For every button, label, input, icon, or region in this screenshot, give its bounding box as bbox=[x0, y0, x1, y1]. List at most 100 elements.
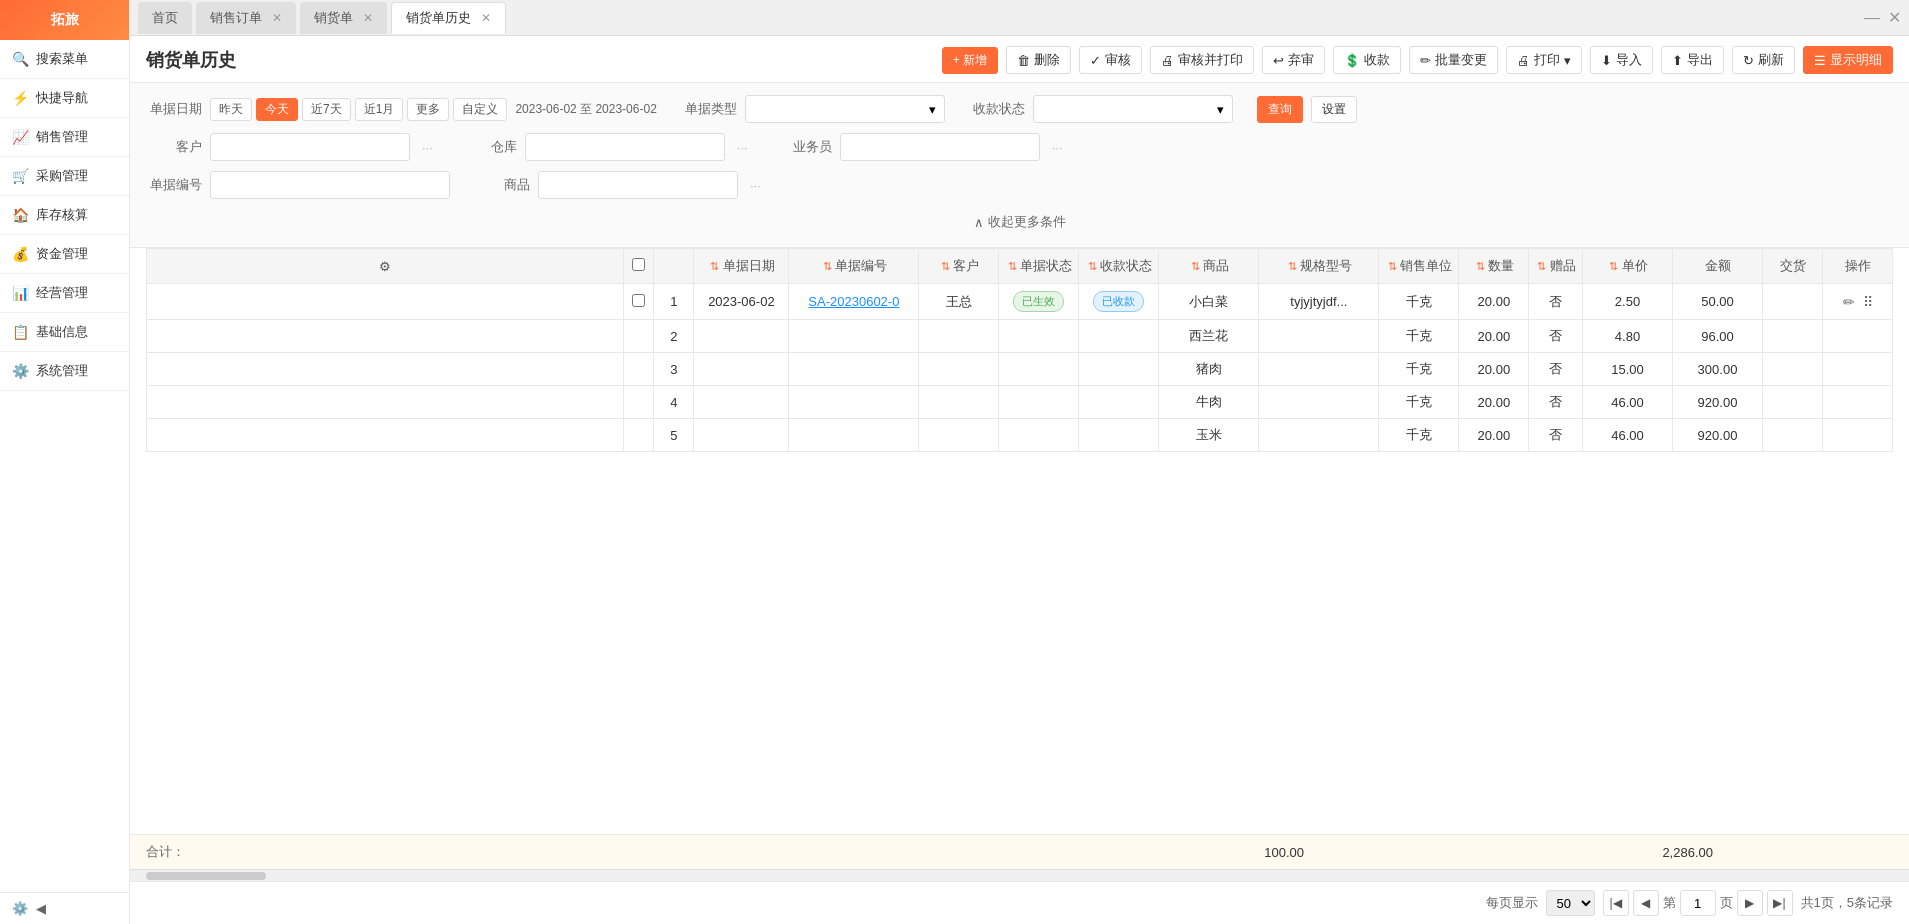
row1-code-link[interactable]: SA-20230602-0 bbox=[808, 294, 899, 309]
review-print-button[interactable]: 🖨 审核并打印 bbox=[1150, 46, 1254, 74]
customer-dots-btn[interactable]: ··· bbox=[418, 140, 437, 155]
paystatus-select[interactable]: ▾ bbox=[1033, 95, 1233, 123]
sort-icon[interactable]: ⇅ bbox=[1008, 260, 1017, 272]
sidebar-item-finance-mgmt[interactable]: 💰 资金管理 bbox=[0, 235, 129, 274]
sidebar-item-basic-info[interactable]: 📋 基础信息 bbox=[0, 313, 129, 352]
row1-action: ✏ ⠿ bbox=[1823, 284, 1893, 320]
settings-filter-button[interactable]: 设置 bbox=[1311, 96, 1357, 123]
filter-row-2: 客户 ··· 仓库 ··· 业务员 ··· bbox=[146, 133, 1893, 161]
date-btn-last7days[interactable]: 近7天 bbox=[302, 98, 351, 121]
show-detail-button[interactable]: ☰ 显示明细 bbox=[1803, 46, 1893, 74]
sidebar-item-sys-mgmt[interactable]: ⚙️ 系统管理 bbox=[0, 352, 129, 391]
col-settings-header[interactable]: ⚙ bbox=[147, 249, 624, 284]
sidebar-item-inventory[interactable]: 🏠 库存核算 bbox=[0, 196, 129, 235]
doctype-select[interactable]: ▾ bbox=[745, 95, 945, 123]
first-page-btn[interactable]: |◀ bbox=[1603, 890, 1629, 916]
col-paystatus-header: ⇅ 收款状态 bbox=[1079, 249, 1159, 284]
date-btn-yesterday[interactable]: 昨天 bbox=[210, 98, 252, 121]
sidebar-item-purchase-mgmt[interactable]: 🛒 采购管理 bbox=[0, 157, 129, 196]
tab-sales-goods-label: 销货单 bbox=[314, 9, 353, 27]
col-trade-header: 交货 bbox=[1763, 249, 1823, 284]
tab-sales-goods-close[interactable]: ✕ bbox=[363, 11, 373, 25]
row1-edit-icon[interactable]: ✏ bbox=[1843, 294, 1855, 310]
tab-sales-history[interactable]: 销货单历史 ✕ bbox=[391, 2, 506, 34]
print-button[interactable]: 🖨 打印 ▾ bbox=[1506, 46, 1582, 74]
doctype-label: 单据类型 bbox=[681, 100, 737, 118]
warehouse-label: 仓库 bbox=[461, 138, 517, 156]
warehouse-input[interactable] bbox=[525, 133, 725, 161]
sidebar-item-ops-mgmt[interactable]: 📊 经营管理 bbox=[0, 274, 129, 313]
row1-select-checkbox[interactable] bbox=[632, 294, 645, 307]
customer-input[interactable] bbox=[210, 133, 410, 161]
abandon-button[interactable]: ↩ 弃审 bbox=[1262, 46, 1325, 74]
col-code-header: ⇅ 单据编号 bbox=[789, 249, 919, 284]
col-checkbox-header bbox=[624, 249, 654, 284]
sidebar-logo: 拓旅 bbox=[0, 0, 129, 40]
sort-icon[interactable]: ⇅ bbox=[1476, 260, 1485, 272]
window-close-btn[interactable]: ✕ bbox=[1888, 8, 1901, 27]
warehouse-dots-btn[interactable]: ··· bbox=[733, 140, 752, 155]
sidebar-item-sales-mgmt[interactable]: 📈 销售管理 bbox=[0, 118, 129, 157]
sidebar-bottom: ⚙️ ◀ bbox=[0, 892, 129, 924]
sidebar-item-search-menu[interactable]: 🔍 搜索菜单 bbox=[0, 40, 129, 79]
collapse-button[interactable]: ∧ 收起更多条件 bbox=[146, 209, 1893, 235]
tab-home[interactable]: 首页 bbox=[138, 2, 192, 34]
sort-icon[interactable]: ⇅ bbox=[1288, 260, 1297, 272]
tab-sales-order[interactable]: 销售订单 ✕ bbox=[196, 2, 296, 34]
row5-action bbox=[1823, 419, 1893, 452]
date-btn-custom[interactable]: 自定义 bbox=[453, 98, 507, 121]
sidebar-item-label: 采购管理 bbox=[36, 167, 88, 185]
tab-sales-order-close[interactable]: ✕ bbox=[272, 11, 282, 25]
sidebar-item-quick-nav[interactable]: ⚡ 快捷导航 bbox=[0, 79, 129, 118]
batch-change-button[interactable]: ✏ 批量变更 bbox=[1409, 46, 1498, 74]
collect-button[interactable]: 💲 收款 bbox=[1333, 46, 1401, 74]
sort-icon[interactable]: ⇅ bbox=[1609, 260, 1618, 272]
last-page-btn[interactable]: ▶| bbox=[1767, 890, 1793, 916]
new-button[interactable]: + 新增 bbox=[942, 47, 998, 74]
salesman-dots-btn[interactable]: ··· bbox=[1048, 140, 1067, 155]
sort-icon[interactable]: ⇅ bbox=[1088, 260, 1097, 272]
sidebar-bottom-settings[interactable]: ⚙️ ◀ bbox=[0, 893, 129, 924]
row2-paystatus bbox=[1079, 320, 1159, 353]
row5-date bbox=[694, 419, 789, 452]
import-button[interactable]: ⬇ 导入 bbox=[1590, 46, 1653, 74]
query-button[interactable]: 查询 bbox=[1257, 96, 1303, 123]
next-page-btn[interactable]: ▶ bbox=[1737, 890, 1763, 916]
tab-sales-history-close[interactable]: ✕ bbox=[481, 11, 491, 25]
page-number-input[interactable]: 1 bbox=[1680, 890, 1716, 916]
filter-warehouse-item: 仓库 ··· bbox=[461, 133, 752, 161]
docno-label: 单据编号 bbox=[146, 176, 202, 194]
docno-input[interactable] bbox=[210, 171, 450, 199]
row2-settings bbox=[147, 320, 624, 353]
date-btn-today[interactable]: 今天 bbox=[256, 98, 298, 121]
horizontal-scrollbar[interactable] bbox=[146, 872, 266, 880]
sort-icon[interactable]: ⇅ bbox=[710, 260, 719, 272]
goods-input[interactable] bbox=[538, 171, 738, 199]
table-settings-icon[interactable]: ⚙ bbox=[379, 259, 391, 274]
goods-dots-btn[interactable]: ··· bbox=[746, 178, 765, 193]
select-all-checkbox[interactable] bbox=[632, 258, 645, 271]
row5-code bbox=[789, 419, 919, 452]
window-minimize-btn[interactable]: — bbox=[1864, 9, 1880, 27]
row4-docstatus bbox=[999, 386, 1079, 419]
row2-action bbox=[1823, 320, 1893, 353]
sort-icon[interactable]: ⇅ bbox=[1537, 260, 1546, 272]
delete-button[interactable]: 🗑 删除 bbox=[1006, 46, 1071, 74]
sort-icon[interactable]: ⇅ bbox=[1388, 260, 1397, 272]
review-button[interactable]: ✓ 审核 bbox=[1079, 46, 1142, 74]
sort-icon[interactable]: ⇅ bbox=[823, 260, 832, 272]
salesman-input[interactable] bbox=[840, 133, 1040, 161]
refresh-button[interactable]: ↻ 刷新 bbox=[1732, 46, 1795, 74]
row1-trade bbox=[1763, 284, 1823, 320]
date-btn-last1month[interactable]: 近1月 bbox=[355, 98, 404, 121]
date-btn-more[interactable]: 更多 bbox=[407, 98, 449, 121]
prev-page-btn[interactable]: ◀ bbox=[1633, 890, 1659, 916]
tab-sales-goods[interactable]: 销货单 ✕ bbox=[300, 2, 387, 34]
sort-icon[interactable]: ⇅ bbox=[941, 260, 950, 272]
row1-more-icon[interactable]: ⠿ bbox=[1863, 294, 1873, 310]
export-button[interactable]: ⬆ 导出 bbox=[1661, 46, 1724, 74]
sort-icon[interactable]: ⇅ bbox=[1191, 260, 1200, 272]
sidebar-item-label: 快捷导航 bbox=[36, 89, 88, 107]
col-date-header: ⇅ 单据日期 bbox=[694, 249, 789, 284]
page-size-select[interactable]: 50 bbox=[1546, 890, 1595, 916]
